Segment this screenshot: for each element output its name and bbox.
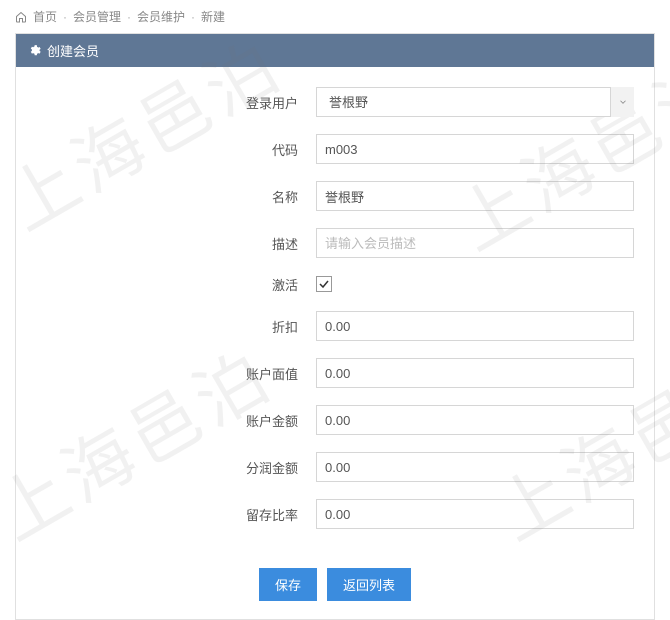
breadcrumb-sep: · (127, 10, 131, 24)
reserve-ratio-input[interactable] (316, 499, 634, 529)
description-label: 描述 (36, 234, 316, 253)
breadcrumb-item[interactable]: 会员维护 (137, 8, 185, 25)
breadcrumb-home[interactable]: 首页 (33, 8, 57, 25)
account-amount-input[interactable] (316, 405, 634, 435)
account-amount-label: 账户金额 (36, 411, 316, 430)
dividend-amount-label: 分润金额 (36, 458, 316, 477)
name-input[interactable] (316, 181, 634, 211)
reserve-ratio-label: 留存比率 (36, 505, 316, 524)
panel-title: 创建会员 (47, 41, 99, 60)
discount-label: 折扣 (36, 317, 316, 336)
login-user-label: 登录用户 (36, 93, 316, 112)
gear-icon (28, 44, 41, 57)
discount-input[interactable] (316, 311, 634, 341)
back-to-list-button[interactable]: 返回列表 (327, 568, 411, 601)
breadcrumb-sep: · (191, 10, 195, 24)
breadcrumb: 首页 · 会员管理 · 会员维护 · 新建 (0, 0, 670, 33)
face-value-input[interactable] (316, 358, 634, 388)
code-input[interactable] (316, 134, 634, 164)
active-label: 激活 (36, 275, 316, 294)
home-icon (15, 11, 27, 23)
active-checkbox[interactable] (316, 276, 332, 292)
dividend-amount-input[interactable] (316, 452, 634, 482)
panel-header: 创建会员 (16, 34, 654, 67)
save-button[interactable]: 保存 (259, 568, 317, 601)
code-label: 代码 (36, 140, 316, 159)
face-value-label: 账户面值 (36, 364, 316, 383)
breadcrumb-current: 新建 (201, 8, 225, 25)
create-member-panel: 创建会员 登录用户 誉根野 代码 (15, 33, 655, 620)
check-icon (318, 278, 330, 290)
form-footer: 保存 返回列表 (16, 556, 654, 619)
name-label: 名称 (36, 187, 316, 206)
breadcrumb-sep: · (63, 10, 67, 24)
login-user-select[interactable]: 誉根野 (316, 87, 634, 117)
form-body: 登录用户 誉根野 代码 (16, 67, 654, 556)
breadcrumb-item[interactable]: 会员管理 (73, 8, 121, 25)
description-input[interactable] (316, 228, 634, 258)
